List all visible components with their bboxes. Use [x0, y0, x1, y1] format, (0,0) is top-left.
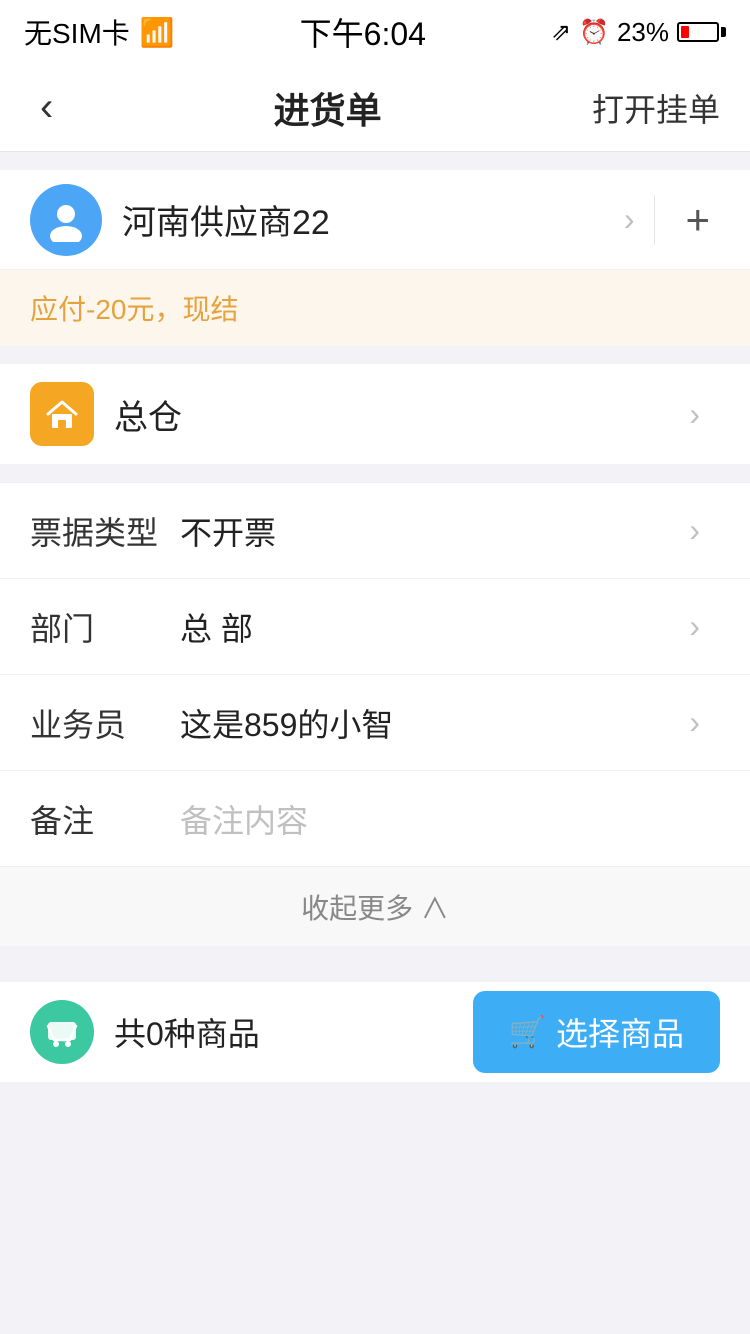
nav-bar: ‹ 进货单 打开挂单	[0, 64, 750, 152]
salesperson-chevron-icon: ›	[689, 704, 700, 741]
select-product-button[interactable]: 🛒 选择商品	[473, 991, 720, 1073]
remark-input[interactable]: 备注内容	[170, 796, 720, 842]
salesperson-row[interactable]: 业务员 这是859的小智 ›	[0, 674, 750, 770]
divider	[654, 195, 655, 245]
status-right: ⇗ ⏰ 23%	[551, 17, 726, 48]
person-icon	[44, 198, 88, 242]
warehouse-chevron-icon: ›	[689, 396, 700, 433]
gap-4	[0, 946, 750, 964]
notice-text: 应付-20元，现结	[30, 294, 238, 325]
department-row[interactable]: 部门 总 部 ›	[0, 578, 750, 674]
product-icon	[30, 1000, 94, 1064]
status-left: 无SIM卡 📶	[24, 12, 175, 52]
gap-1	[0, 152, 750, 170]
supplier-name: 河南供应商22	[122, 195, 624, 244]
status-bar: 无SIM卡 📶 下午6:04 ⇗ ⏰ 23%	[0, 0, 750, 64]
wifi-icon: 📶	[140, 16, 175, 49]
gap-2	[0, 346, 750, 364]
house-icon	[44, 396, 80, 432]
location-icon: ⇗	[551, 18, 571, 47]
invoice-type-value: 不开票	[170, 508, 689, 554]
supplier-row[interactable]: 河南供应商22 › +	[0, 170, 750, 270]
collapse-button[interactable]: 收起更多 ∧	[0, 866, 750, 946]
cart-icon	[44, 1014, 80, 1050]
add-supplier-button[interactable]: +	[675, 196, 720, 244]
remark-row[interactable]: 备注 备注内容	[0, 770, 750, 866]
form-card: 票据类型 不开票 › 部门 总 部 › 业务员 这是859的小智 › 备注 备注…	[0, 482, 750, 946]
time-label: 下午6:04	[300, 9, 426, 55]
supplier-avatar	[30, 184, 102, 256]
select-product-icon: 🛒	[509, 1015, 546, 1050]
department-label: 部门	[30, 604, 170, 650]
supplier-card: 河南供应商22 › + 应付-20元，现结	[0, 170, 750, 346]
carrier-label: 无SIM卡	[24, 12, 130, 52]
back-button[interactable]: ‹	[30, 75, 63, 140]
supplier-chevron-icon: ›	[624, 201, 635, 238]
product-footer: 共0种商品 🛒 选择商品	[0, 982, 750, 1082]
invoice-type-label: 票据类型	[30, 508, 170, 554]
product-count: 共0种商品	[114, 1009, 473, 1055]
invoice-type-chevron-icon: ›	[689, 512, 700, 549]
warehouse-icon	[30, 382, 94, 446]
open-pending-button[interactable]: 打开挂单	[592, 85, 720, 131]
page-title: 进货单	[274, 82, 382, 134]
invoice-type-row[interactable]: 票据类型 不开票 ›	[0, 482, 750, 578]
gap-3	[0, 464, 750, 482]
battery-icon	[677, 22, 726, 42]
warehouse-name: 总仓	[114, 390, 689, 439]
salesperson-label: 业务员	[30, 700, 170, 746]
remark-label: 备注	[30, 796, 170, 842]
warehouse-card: 总仓 ›	[0, 364, 750, 464]
warehouse-row[interactable]: 总仓 ›	[0, 364, 750, 464]
select-product-label: 选择商品	[556, 1009, 684, 1055]
salesperson-value: 这是859的小智	[170, 700, 689, 746]
notice-bar: 应付-20元，现结	[0, 270, 750, 346]
battery-label: 23%	[617, 17, 669, 48]
department-chevron-icon: ›	[689, 608, 700, 645]
alarm-icon: ⏰	[579, 18, 609, 47]
department-value: 总 部	[170, 604, 689, 650]
collapse-label: 收起更多 ∧	[301, 887, 449, 927]
